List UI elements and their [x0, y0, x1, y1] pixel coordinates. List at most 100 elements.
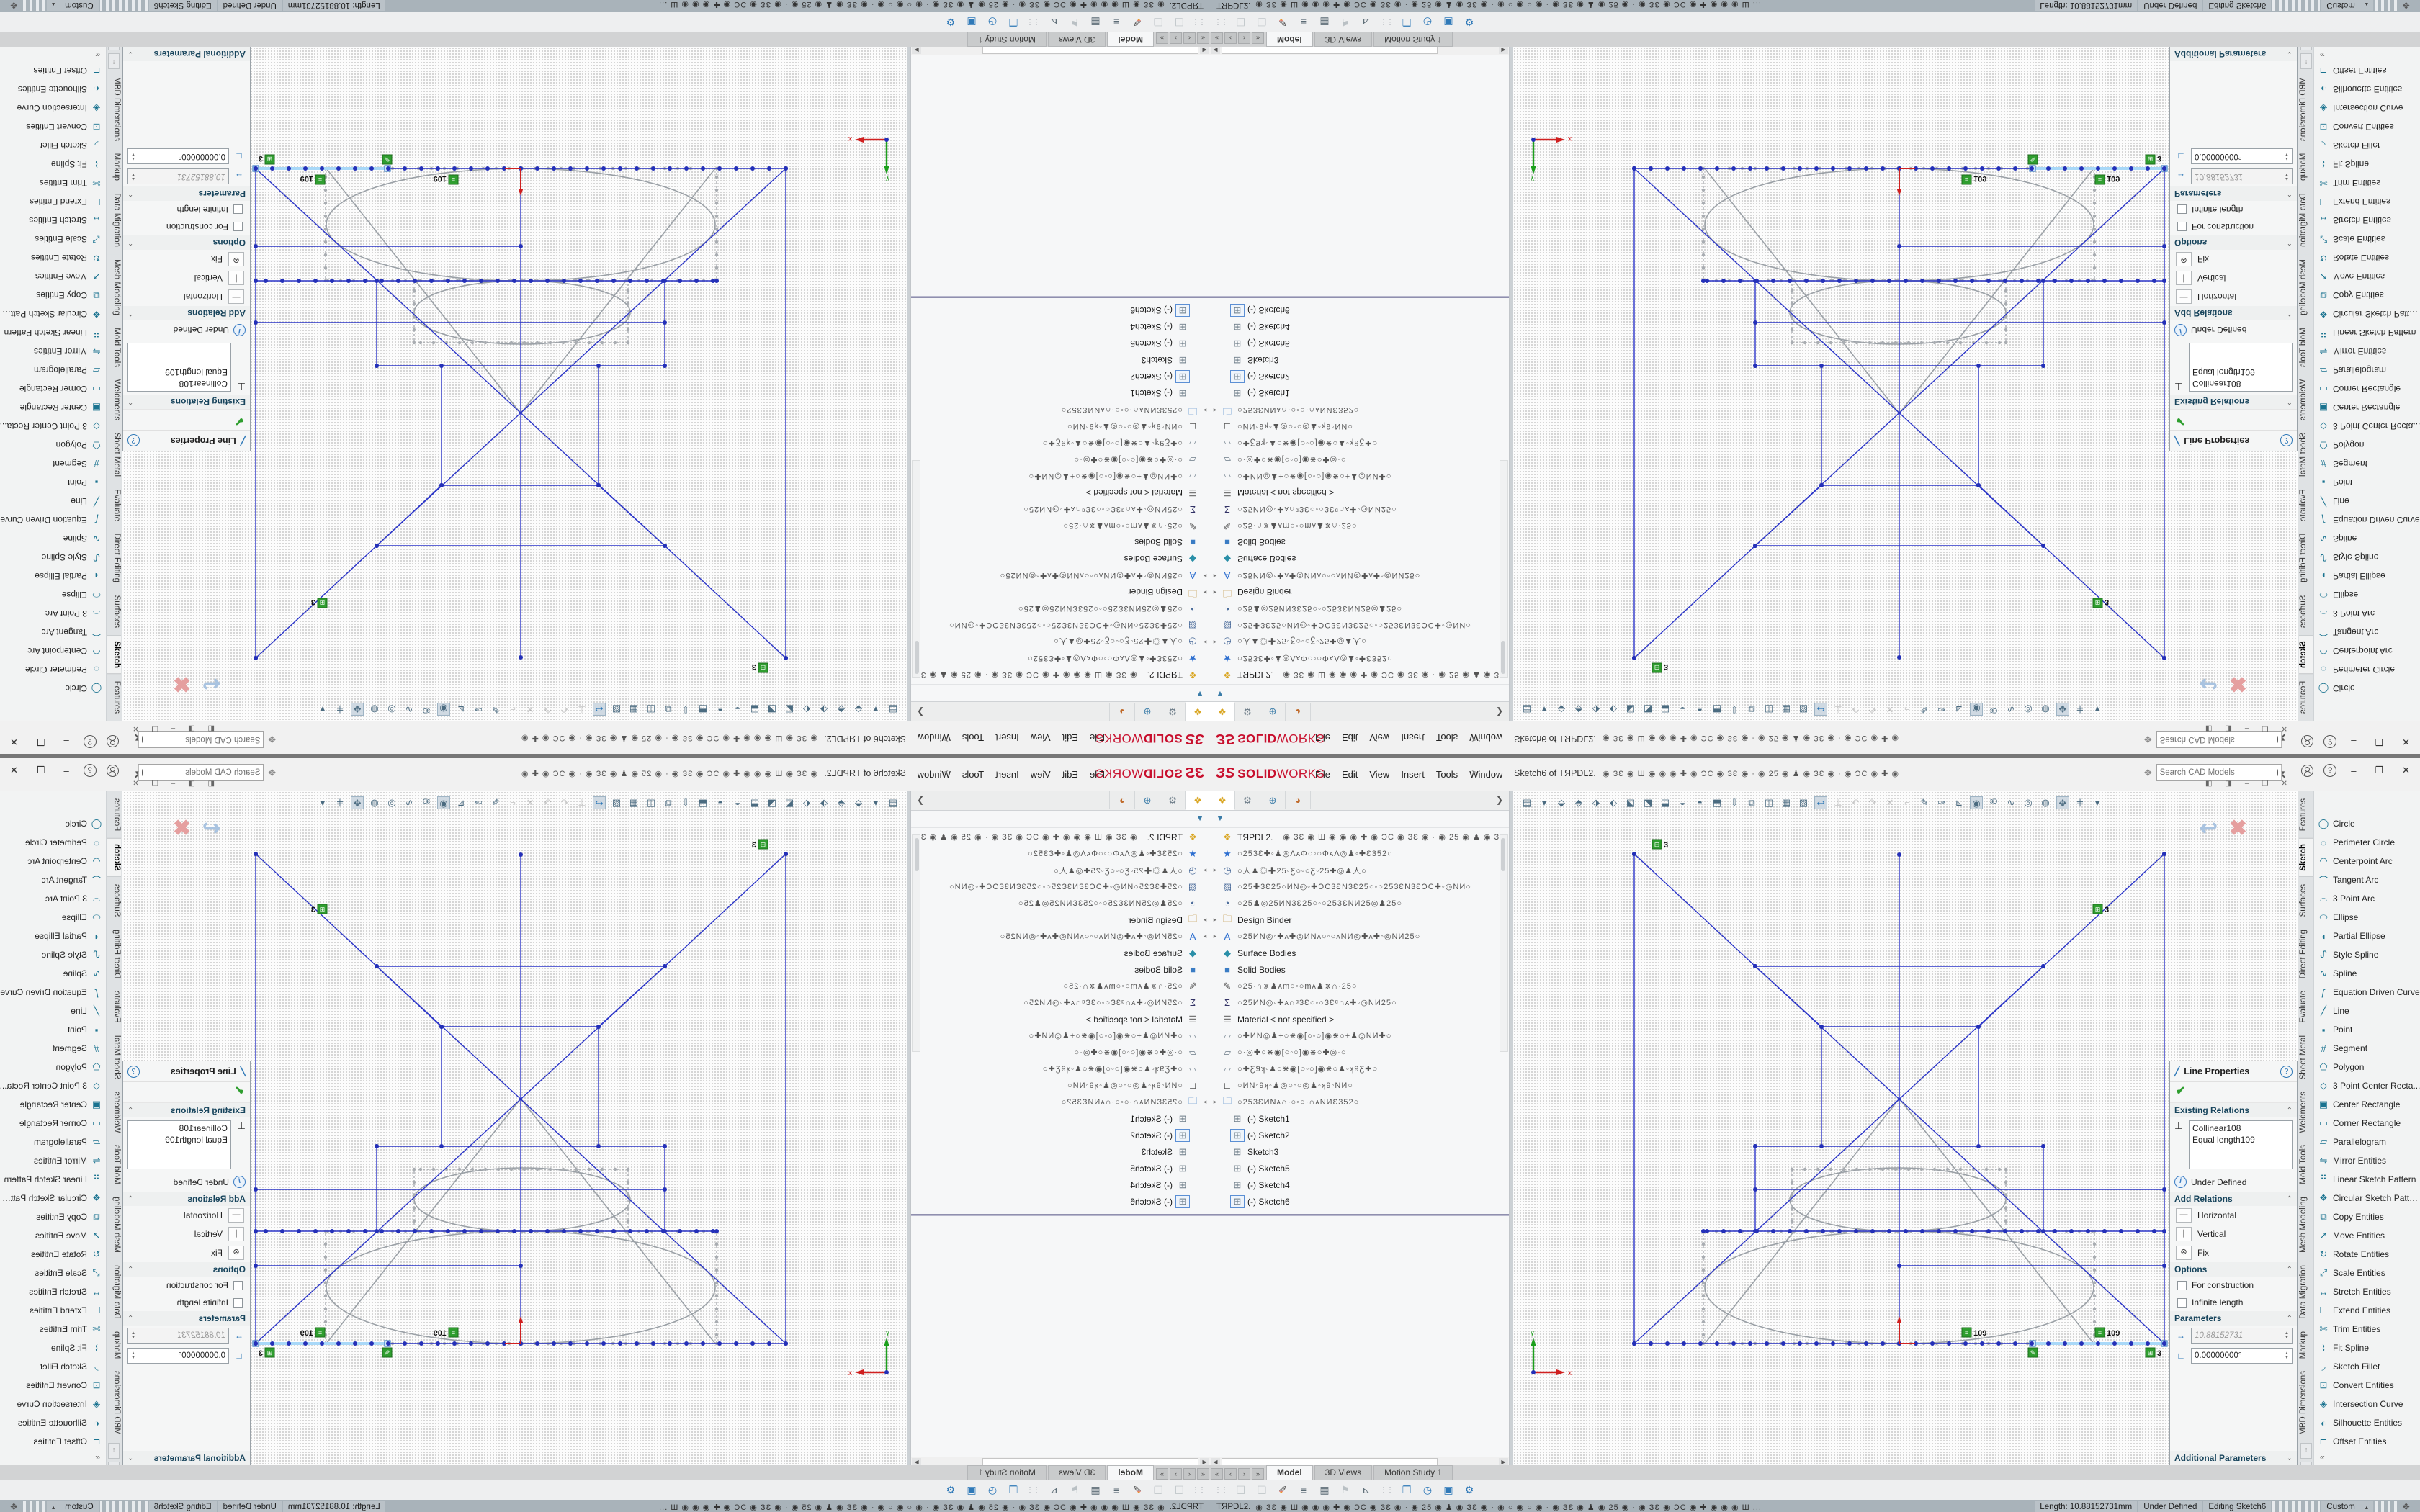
tab-evaluate[interactable]: Evaluate — [107, 484, 121, 526]
search-input[interactable] — [146, 735, 263, 744]
tool-spline[interactable]: ∿Spline — [0, 964, 106, 983]
menu-item-tools[interactable]: Tools — [1430, 768, 1464, 781]
option-for-construction[interactable]: For construction — [123, 218, 250, 235]
bottom-toolbar-icon[interactable]: ≡ — [1109, 17, 1124, 28]
section-parameters[interactable]: Parameters⌃ — [123, 186, 250, 201]
checkbox-icon[interactable] — [233, 222, 243, 232]
tool-rotate-entities[interactable]: ↻Rotate Entities — [0, 1245, 106, 1264]
tab-nav-icon[interactable]: « — [1211, 1468, 1223, 1480]
child-window-button[interactable]: ◧ — [205, 724, 218, 733]
bottom-toolbar-icon[interactable]: ❏ — [1172, 16, 1186, 28]
tool-fit-spline[interactable]: ⌇Fit Spline — [2314, 155, 2420, 174]
relations-listbox[interactable]: Collinear108Equal length109 — [127, 1120, 231, 1169]
child-window-button[interactable]: ✕ — [130, 724, 141, 733]
tab-evaluate[interactable]: Evaluate — [107, 986, 121, 1028]
section-options[interactable]: Options⌃ — [123, 1262, 250, 1277]
bottom-toolbar-icon[interactable]: ◷ — [985, 1484, 1000, 1496]
user-account-icon[interactable] — [2301, 736, 2313, 748]
tree-item[interactable]: ★○253Ɛ✚◦♟◎ɅᴀΦ○◦○ΦᴀɅ◎♟◦✚Ɛ352○ — [911, 650, 1210, 667]
tool-mirror-entities[interactable]: ⇋Mirror Entities — [2314, 342, 2420, 361]
bottom-toolbar-icon[interactable]: ❏ — [1172, 1484, 1186, 1496]
tree-item[interactable]: ▸◷○人♟◎✚25◦Ƹ○◦○Ƹ◦25✚◎♟人○ — [911, 862, 1210, 878]
section-parameters[interactable]: Parameters⌃ — [2170, 1311, 2297, 1326]
tree-item[interactable]: ▸🗀Design Binder — [911, 584, 1210, 600]
tool-scale-entities[interactable]: ⤢Scale Entities — [2314, 230, 2420, 248]
tree-item[interactable]: ▱○✚Ƹ9ʞ◦♟○⋇◉[○◦○]◉⋇○♟◦ʞ9Ƹ✚○ — [911, 435, 1210, 451]
tool-silhouette-entities[interactable]: ◐Silhouette Entities — [0, 1413, 106, 1432]
tree-item[interactable]: ▨○25✚3Ɛ25○ИN◎◦✚ƆC3ƐN3Ɛ25○◦○253ƐN3ƐƆC✚◦◎N… — [911, 617, 1210, 634]
tool-fit-spline[interactable]: ⌇Fit Spline — [2314, 1338, 2420, 1357]
relation-entry[interactable]: Collinear108 — [2192, 378, 2289, 390]
search-input[interactable] — [2157, 735, 2274, 744]
tool-fit-spline[interactable]: ⌇Fit Spline — [0, 1338, 106, 1357]
tab-mesh-modeling[interactable]: Mesh Modeling — [2299, 1192, 2313, 1258]
tree-item[interactable]: ★○253Ɛ✚◦♟◎ɅᴀΦ○◦○ΦᴀɅ◎♟◦✚Ɛ352○ — [911, 845, 1210, 862]
tool-perimeter-circle[interactable]: ◌Perimeter Circle — [2314, 833, 2420, 852]
tool-mirror-entities[interactable]: ⇋Mirror Entities — [2314, 1151, 2420, 1170]
tree-filter-row[interactable]: ▼ — [1210, 684, 1509, 702]
tool-offset-entities[interactable]: ⊏Offset Entities — [2314, 1432, 2420, 1451]
bottom-toolbar-icon[interactable]: ❏ — [1255, 1484, 1269, 1496]
section-existing-relations[interactable]: Existing Relations⌃ — [123, 395, 250, 409]
bottom-toolbar-icon[interactable]: ⊾ — [1047, 1484, 1061, 1496]
propertymanager-tab[interactable]: ⚙ — [1235, 703, 1260, 721]
pin-icon[interactable]: ➢ — [941, 767, 949, 778]
add-relation-fix[interactable]: ⊗Fix — [2170, 1243, 2297, 1262]
child-window-button[interactable]: – — [2242, 779, 2252, 788]
tool-tangent-arc[interactable]: ⌒Tangent Arc — [0, 623, 106, 642]
bottom-toolbar-icon[interactable]: ⚙ — [1462, 16, 1476, 28]
tool-ellipse[interactable]: ⬭Ellipse — [0, 908, 106, 927]
tree-item[interactable]: ☰Material < not specified > — [911, 1011, 1210, 1027]
bottom-toolbar-icon[interactable]: ▣ — [1441, 1484, 1456, 1496]
tool-stretch-entities[interactable]: ↔Stretch Entities — [2314, 1282, 2420, 1301]
tab-nav-icon[interactable]: « — [1197, 32, 1209, 44]
tool-3-point-center-recta-[interactable]: ◇3 Point Center Recta... — [0, 1076, 106, 1095]
child-window-button[interactable]: ❐ — [2259, 724, 2271, 733]
displaymanager-tab[interactable]: ◕ — [1286, 791, 1311, 809]
expand-pane-icon[interactable]: ❯ — [911, 791, 930, 810]
menu-item-tools[interactable]: Tools — [956, 768, 990, 781]
tree-item[interactable]: ▨○25✚3Ɛ25○ИN◎◦✚ƆC3ƐN3Ɛ25○◦○253ƐN3ƐƆC✚◦◎N… — [1210, 617, 1509, 634]
tree-item[interactable]: ▱○·◎✚○⋇◉[○◦○]◉⋇○✚◎·○ — [911, 1044, 1210, 1061]
tab-nav-icon[interactable]: › — [1238, 1468, 1250, 1480]
tool-centerpoint-arc[interactable]: ◠Centerpoint Arc — [0, 642, 106, 660]
bottom-toolbar-icon[interactable]: ⚑ — [1067, 16, 1082, 28]
tool-mirror-entities[interactable]: ⇋Mirror Entities — [0, 342, 106, 361]
tree-item[interactable]: ∟○ИN◦9ʞ◦♟◎○◦○◎♟◦ʞ9◦NИ○ — [1210, 418, 1509, 435]
search-icon[interactable] — [142, 769, 143, 776]
panel-drag-handle[interactable]: ⁝ — [2300, 1443, 2312, 1459]
bottom-toolbar-icon[interactable]: ✐ — [1130, 16, 1144, 28]
parameter-field[interactable]: 0.00000000°▲▼ — [127, 1348, 229, 1364]
tool-sketch-fillet[interactable]: ◞Sketch Fillet — [2314, 1357, 2420, 1376]
tool-equation-driven-curve[interactable]: ƒEquation Driven Curve — [0, 983, 106, 1002]
tab-surfaces[interactable]: Surfaces — [2299, 879, 2313, 922]
menu-item-edit[interactable]: Edit — [1336, 768, 1363, 781]
bottom-toolbar-icon[interactable]: ❏ — [1234, 16, 1248, 28]
minimize-button[interactable]: – — [60, 765, 73, 776]
tree-item[interactable]: ⊞(-) Sketch5 — [1210, 1160, 1509, 1176]
bottom-toolbar-icon[interactable]: ⚑ — [1338, 1484, 1353, 1496]
tree-item[interactable]: ⊞Sketch3 — [911, 352, 1210, 369]
doc-tab-motion-study-1[interactable]: Motion Study 1 — [967, 1465, 1047, 1480]
tool-trim-entities[interactable]: ✄Trim Entities — [2314, 174, 2420, 192]
child-window-button[interactable]: ◧ — [2202, 724, 2215, 733]
child-window-button[interactable]: – — [169, 724, 179, 733]
parameter-field[interactable]: 0.00000000°▲▼ — [2191, 1348, 2293, 1364]
tab-mesh-modeling[interactable]: Mesh Modeling — [107, 1192, 121, 1258]
minimize-button[interactable]: – — [60, 737, 73, 747]
relation-entry[interactable]: Collinear108 — [2192, 1122, 2289, 1134]
child-window-button[interactable]: ❐ — [149, 724, 161, 733]
tree-item[interactable]: ⊞(-) Sketch1 — [1210, 385, 1509, 402]
ok-check-button[interactable]: ✔ — [2170, 409, 2297, 430]
bottom-toolbar-icon[interactable]: ❏ — [1151, 1484, 1165, 1496]
tool-3-point-arc[interactable]: ⌓3 Point Arc — [0, 604, 106, 623]
tab-features[interactable]: Features — [107, 676, 121, 719]
section-add-relations[interactable]: Add Relations⌃ — [2170, 1192, 2297, 1206]
child-window-button[interactable]: ◧ — [205, 779, 218, 788]
bottom-toolbar-icon[interactable]: ≡ — [1296, 17, 1311, 28]
doc-tab-3d-views[interactable]: 3D Views — [1314, 1465, 1372, 1480]
add-relation-horizontal[interactable]: —Horizontal — [2170, 1206, 2297, 1225]
tool-fit-spline[interactable]: ⌇Fit Spline — [0, 155, 106, 174]
tree-item[interactable]: ⊞(-) Sketch2 — [1210, 369, 1509, 385]
section-existing-relations[interactable]: Existing Relations⌃ — [2170, 1103, 2297, 1117]
